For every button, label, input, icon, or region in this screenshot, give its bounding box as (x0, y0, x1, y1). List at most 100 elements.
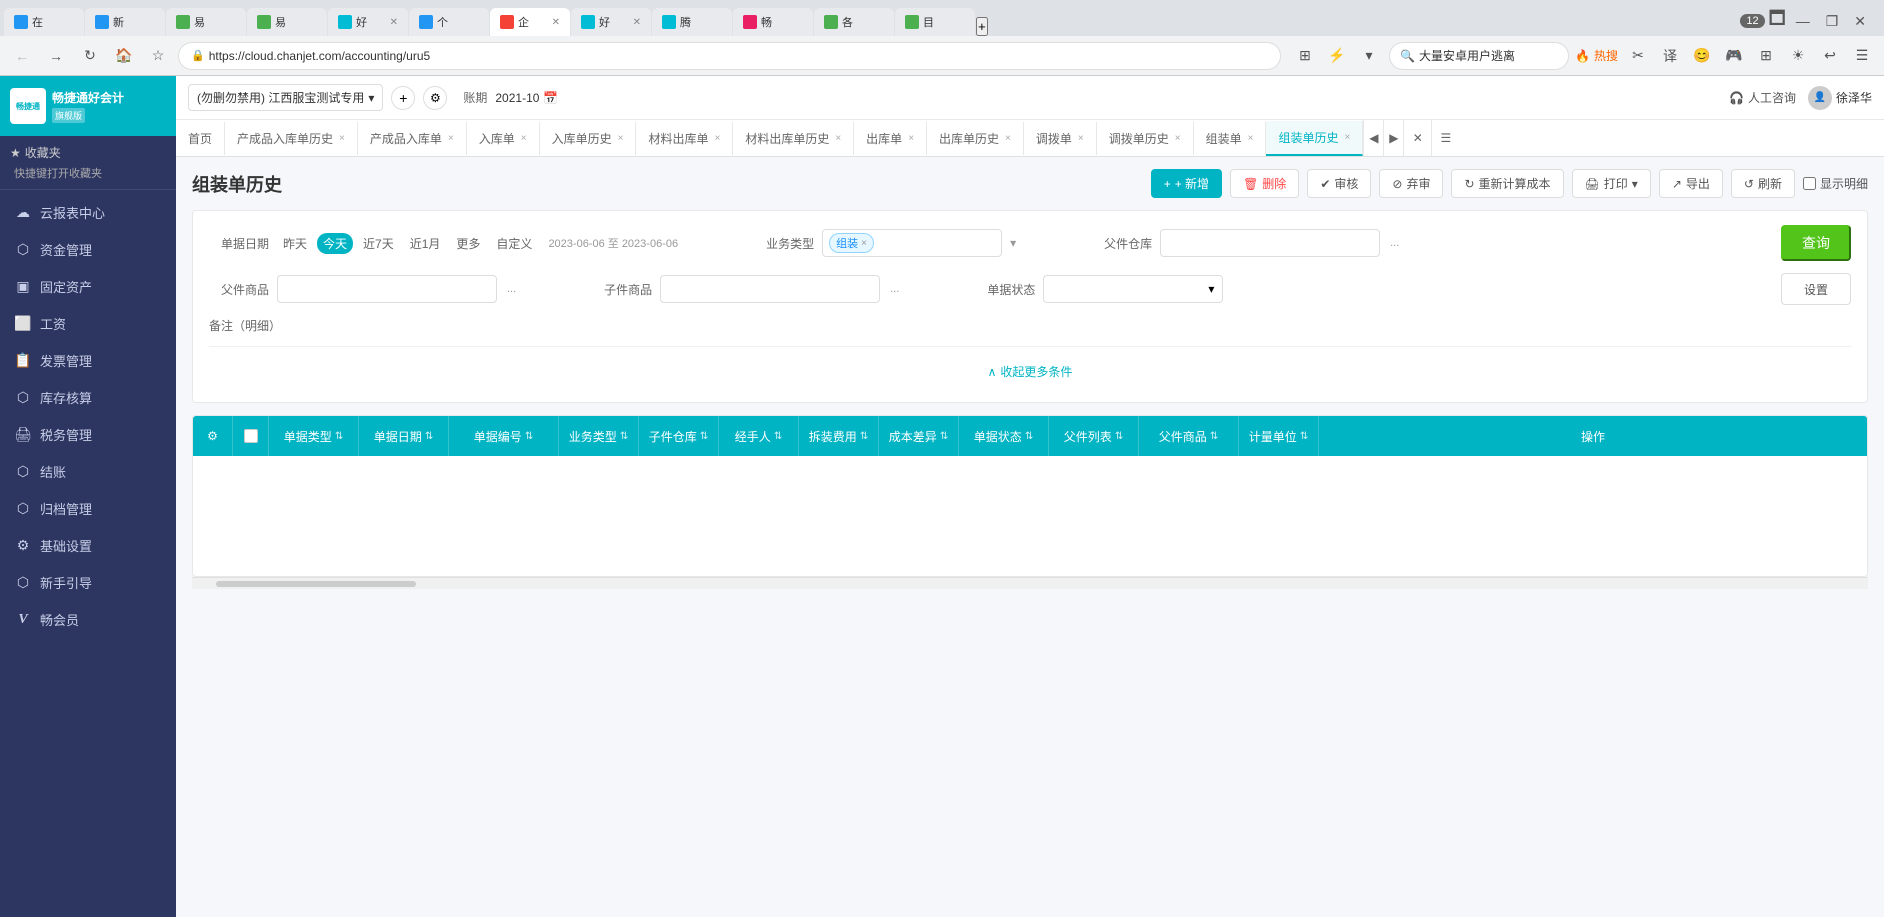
abandon-button[interactable]: ⊘ 弃审 (1379, 169, 1443, 198)
browser-tab-xin[interactable]: 新 (85, 8, 165, 36)
page-tab-close-transfer-history[interactable]: × (1175, 133, 1181, 144)
show-detail-checkbox[interactable] (1803, 177, 1816, 190)
delete-button[interactable]: 🗑 删除 (1230, 169, 1299, 198)
back-button[interactable]: ← (8, 42, 36, 70)
biz-type-tag-close[interactable]: × (861, 238, 867, 249)
collapse-button[interactable]: ∧ 收起更多条件 (209, 355, 1851, 388)
browser-tab-ge2[interactable]: 各 (814, 8, 894, 36)
settings-gear-button[interactable]: ⚙ (423, 86, 447, 110)
sidebar-item-invoice[interactable]: 📋 发票管理 (0, 342, 176, 379)
browser-tab-hao1[interactable]: 好 ✕ (328, 8, 408, 36)
scroll-thumb[interactable] (216, 581, 416, 587)
flash-button[interactable]: ⚡ (1323, 42, 1351, 70)
page-tab-close-assembly[interactable]: × (1248, 133, 1254, 144)
date-btn-more[interactable]: 更多 (450, 233, 486, 254)
page-tab-prod-in[interactable]: 产成品入库单 × (358, 122, 467, 155)
browser-tab-mu[interactable]: 目 (895, 8, 975, 36)
col-check[interactable] (233, 416, 269, 456)
page-tab-close-prod-in[interactable]: × (448, 133, 454, 144)
col-parent-list-header[interactable]: 父件列表 ⇅ (1049, 416, 1139, 456)
service-button[interactable]: 🎧 人工咨询 (1729, 89, 1796, 106)
sidebar-item-basic-settings[interactable]: ⚙ 基础设置 (0, 527, 176, 564)
page-tab-close-assembly-history[interactable]: × (1344, 132, 1350, 143)
page-tab-in-order[interactable]: 入库单 × (467, 122, 540, 155)
address-bar[interactable]: 🔒 https://cloud.chanjet.com/accounting/u… (178, 42, 1281, 70)
parent-warehouse-input[interactable] (1160, 229, 1380, 257)
qr-button[interactable]: ⊞ (1291, 42, 1319, 70)
date-btn-today[interactable]: 今天 (317, 233, 353, 254)
horizontal-scrollbar[interactable] (192, 577, 1868, 589)
page-tab-close-in-order[interactable]: × (521, 133, 527, 144)
page-tab-in-history[interactable]: 入库单历史 × (540, 122, 637, 155)
print-button[interactable]: 🖨 打印 ▾ (1572, 169, 1651, 198)
child-goods-more-icon[interactable]: ... (890, 283, 899, 295)
recalculate-button[interactable]: ↻ 重新计算成本 (1451, 169, 1563, 198)
forward-button[interactable]: → (42, 42, 70, 70)
brightness-button[interactable]: ☀ (1784, 42, 1812, 70)
dropdown-button[interactable]: ▾ (1355, 42, 1383, 70)
tab-bar-close-button[interactable]: ✕ (1403, 120, 1431, 156)
browser-tab-teng[interactable]: 腾 (652, 8, 732, 36)
sidebar-item-closing[interactable]: ⬡ 结账 (0, 453, 176, 490)
company-selector[interactable]: (勿删勿禁用) 江西服宝测试专用 ▾ (188, 84, 383, 111)
hot-search-button[interactable]: 🔥 热搜 (1575, 47, 1618, 64)
browser-tab-chang[interactable]: 畅 (733, 8, 813, 36)
translate-button[interactable]: 译 (1656, 42, 1684, 70)
col-status-header[interactable]: 单据状态 ⇅ (959, 416, 1049, 456)
sidebar-item-salary[interactable]: ⬜ 工资 (0, 305, 176, 342)
col-disassemble-header[interactable]: 拆装费用 ⇅ (799, 416, 879, 456)
page-tab-close-mat-out-history[interactable]: × (835, 133, 841, 144)
parent-goods-more-icon[interactable]: ... (507, 283, 516, 295)
browser-search-bar[interactable]: 🔍 大量安卓用户逃离 (1389, 42, 1569, 70)
page-tab-close-mat-out[interactable]: × (714, 133, 720, 144)
page-tab-transfer[interactable]: 调拨单 × (1024, 122, 1097, 155)
page-tab-close-out-order[interactable]: × (908, 133, 914, 144)
tab-scroll-left-button[interactable]: ◀ (1363, 120, 1383, 156)
browser-tab-qi[interactable]: 企 ✕ (490, 8, 570, 36)
page-tab-assembly[interactable]: 组装单 × (1194, 122, 1267, 155)
browser-tab-zai[interactable]: 在 (4, 8, 84, 36)
parent-warehouse-more-icon[interactable]: ... (1390, 237, 1399, 249)
date-btn-custom[interactable]: 自定义 (490, 233, 538, 254)
page-tab-close-transfer[interactable]: × (1078, 133, 1084, 144)
maximize-icon[interactable]: 🗖 (1769, 6, 1786, 36)
game-button[interactable]: 🎮 (1720, 42, 1748, 70)
show-detail-checkbox-label[interactable]: 显示明细 (1803, 175, 1868, 192)
page-tab-assembly-history[interactable]: 组装单历史 × (1266, 121, 1363, 156)
page-tab-mat-out[interactable]: 材料出库单 × (636, 122, 733, 155)
page-tab-home[interactable]: 首页 (176, 122, 225, 155)
col-parent-item-header[interactable]: 父件商品 ⇅ (1139, 416, 1239, 456)
order-status-select[interactable]: ▾ (1043, 275, 1223, 303)
refresh-button[interactable]: ↺ 刷新 (1731, 169, 1795, 198)
biz-type-input[interactable]: 组装 × (822, 229, 1002, 257)
emoji-button[interactable]: 😊 (1688, 42, 1716, 70)
sidebar-item-guide[interactable]: ⬡ 新手引导 (0, 564, 176, 601)
home-button[interactable]: 🏠 (110, 42, 138, 70)
new-button[interactable]: + + 新增 (1151, 169, 1222, 198)
page-tab-out-history[interactable]: 出库单历史 × (927, 122, 1024, 155)
date-btn-7days[interactable]: 近7天 (357, 233, 400, 254)
page-tab-close-out-history[interactable]: × (1005, 133, 1011, 144)
page-tab-transfer-history[interactable]: 调拨单历史 × (1097, 122, 1194, 155)
close-window-icon[interactable]: ✕ (1848, 11, 1872, 32)
parent-goods-input[interactable] (277, 275, 497, 303)
grid-button[interactable]: ⊞ (1752, 42, 1780, 70)
sidebar-item-fixed-assets[interactable]: ▣ 固定资产 (0, 268, 176, 305)
undo-button[interactable]: ↩ (1816, 42, 1844, 70)
bookmark-button[interactable]: ☆ (144, 42, 172, 70)
browser-tab-hao2[interactable]: 好 ✕ (571, 8, 651, 36)
page-tab-close-in-history[interactable]: × (618, 133, 624, 144)
export-button[interactable]: ↗ 导出 (1659, 169, 1723, 198)
sidebar-item-inventory[interactable]: ⬡ 库存核算 (0, 379, 176, 416)
sidebar-item-member[interactable]: V 畅会员 (0, 601, 176, 638)
date-btn-yesterday[interactable]: 昨天 (277, 233, 313, 254)
sidebar-item-tax[interactable]: 🖨 税务管理 (0, 416, 176, 453)
col-date-header[interactable]: 单据日期 ⇅ (359, 416, 449, 456)
child-goods-input[interactable] (660, 275, 880, 303)
col-warehouse-header[interactable]: 子件仓库 ⇅ (639, 416, 719, 456)
col-number-header[interactable]: 单据编号 ⇅ (449, 416, 559, 456)
select-all-checkbox[interactable] (244, 429, 258, 443)
col-biz-header[interactable]: 业务类型 ⇅ (559, 416, 639, 456)
reload-button[interactable]: ↻ (76, 42, 104, 70)
scissors-button[interactable]: ✂ (1624, 42, 1652, 70)
